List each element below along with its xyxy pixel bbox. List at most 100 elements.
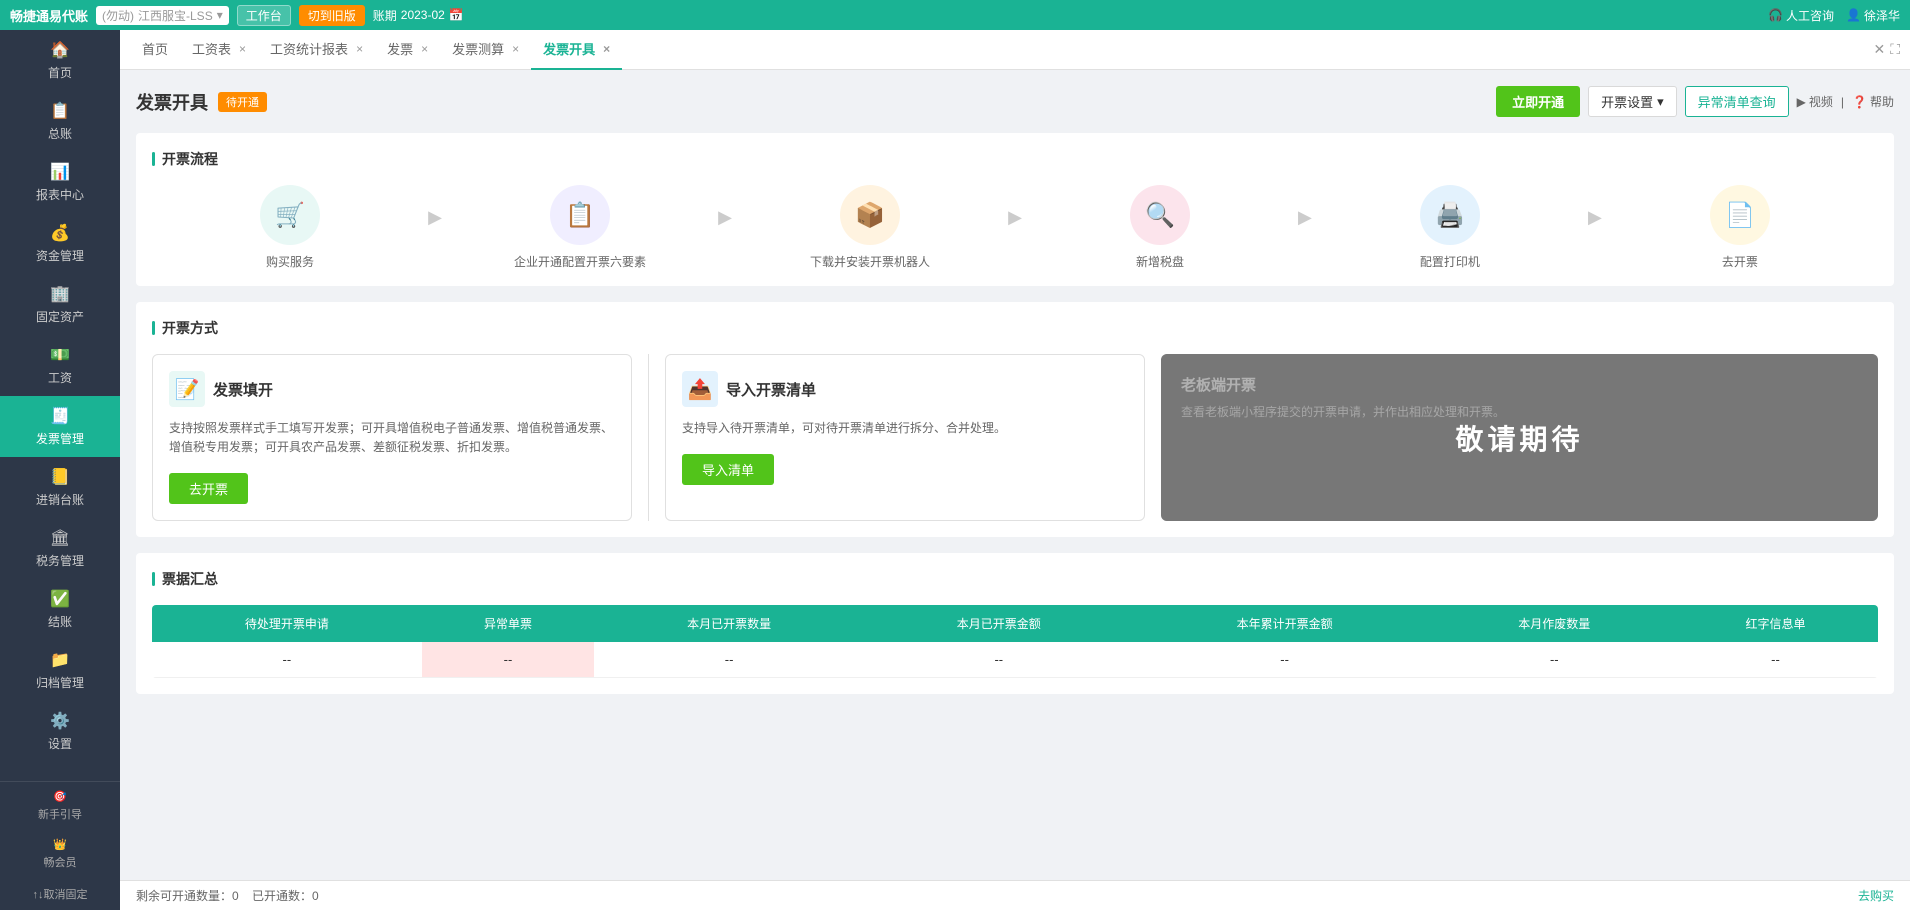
page-title: 发票开具 (136, 89, 208, 115)
abnormal-query-btn[interactable]: 异常清单查询 (1685, 86, 1789, 117)
cell-pending[interactable]: -- (152, 642, 422, 678)
sidebar-item-invoice[interactable]: 🧾 发票管理 (0, 396, 120, 457)
top-bar: 畅捷通易代账 (勿动) 江西服宝-LSS ▾ 工作台 切到旧版 账期 2023-… (0, 0, 1910, 30)
tab-payroll-report[interactable]: 工资统计报表 × (258, 30, 375, 70)
flow-step-download: 📦 下载并安装开票机器人 (732, 185, 1008, 270)
import-invoice-desc: 支持导入待开票清单，可对待开票清单进行拆分、合并处理。 (682, 419, 1128, 438)
sidebar-item-assets[interactable]: 🏢 固定资产 (0, 274, 120, 335)
issue-invoice-icon[interactable]: 📄 (1710, 185, 1770, 245)
sidebar-item-archive[interactable]: 📁 归档管理 (0, 640, 120, 701)
arrow-3: ▶ (1008, 207, 1022, 228)
tab-invoice-issue[interactable]: 发票开具 × (531, 30, 622, 70)
old-version-btn[interactable]: 切到旧版 (299, 5, 365, 26)
sidebar-item-tax[interactable]: 🏛 税务管理 (0, 518, 120, 579)
ledger-icon: 📋 (50, 101, 70, 121)
company-name: 江西服宝-LSS (138, 7, 213, 24)
calendar-icon[interactable]: 📅 (449, 8, 464, 22)
col-year-amount: 本年累计开票金额 (1134, 605, 1436, 642)
chevron-down-icon: ▾ (1657, 94, 1664, 110)
stats-section: 票据汇总 待处理开票申请 异常单票 本月已开票数量 本月已开票金额 本年累计开票… (136, 553, 1894, 694)
stats-table: 待处理开票申请 异常单票 本月已开票数量 本月已开票金额 本年累计开票金额 本月… (152, 605, 1878, 678)
close-tab-payroll-report[interactable]: × (356, 42, 363, 56)
tab-home[interactable]: 首页 (130, 30, 180, 70)
tab-invoice-calc[interactable]: 发票测算 × (440, 30, 531, 70)
user-avatar[interactable]: 👤 徐泽华 (1846, 7, 1900, 24)
flow-step-printer: 🖨️ 配置打印机 (1312, 185, 1588, 270)
sidebar-item-reports[interactable]: 📊 报表中心 (0, 152, 120, 213)
import-invoice-title: 导入开票清单 (726, 379, 816, 400)
sidebar-item-home[interactable]: 🏠 首页 (0, 30, 120, 91)
close-tab-invoice[interactable]: × (421, 42, 428, 56)
sidebar-item-purchase-ledger[interactable]: 📒 进销台账 (0, 457, 120, 518)
guide-icon: 🎯 (53, 790, 67, 803)
company-selector[interactable]: (勿动) 江西服宝-LSS ▾ (96, 6, 229, 25)
cell-abnormal[interactable]: -- (422, 642, 595, 678)
tax-icon: 🏛 (50, 528, 70, 548)
buy-more-link[interactable]: 去购买 (1858, 887, 1894, 904)
sidebar-label-settings: 设置 (48, 735, 72, 752)
stats-table-body: -- -- -- -- -- -- -- (152, 642, 1878, 678)
close-tab-payroll[interactable]: × (239, 42, 246, 56)
restore-tabs-btn[interactable]: ⛶ (1890, 41, 1900, 58)
page-content: 发票开具 待开通 立即开通 开票设置 ▾ 异常清单查询 ▶ 视频 (120, 70, 1910, 880)
sidebar-item-ledger[interactable]: 📋 总账 (0, 91, 120, 152)
purchase-ledger-icon: 📒 (50, 467, 70, 487)
taxbox-icon[interactable]: 🔍 (1130, 185, 1190, 245)
col-month-amount: 本月已开票金额 (864, 605, 1134, 642)
printer-icon[interactable]: 🖨️ (1420, 185, 1480, 245)
sidebar-item-guide[interactable]: 🎯 新手引导 (0, 782, 120, 830)
printer-label: 配置打印机 (1420, 253, 1480, 270)
billing-divider-1 (648, 354, 649, 521)
manual-invoice-desc: 支持按照发票样式手工填写开发票；可开具增值税电子普通发票、增值税普通发票、增值税… (169, 419, 615, 457)
close-tab-invoice-calc[interactable]: × (512, 42, 519, 56)
import-invoice-icon: 📤 (682, 371, 718, 407)
home-icon: 🏠 (50, 40, 70, 60)
sidebar-item-funds[interactable]: 💰 资金管理 (0, 213, 120, 274)
cell-red-note: -- (1673, 642, 1878, 678)
flow-step-buy: 🛒 购买服务 (152, 185, 428, 270)
arrow-2: ▶ (718, 207, 732, 228)
page-title-area: 发票开具 待开通 (136, 89, 267, 115)
close-all-tabs-btn[interactable]: ✕ (1873, 41, 1885, 58)
sidebar-unpin-btn[interactable]: ↑↓取消固定 (0, 878, 120, 910)
open-settings-btn[interactable]: 开票设置 ▾ (1588, 86, 1677, 117)
stats-title: 票据汇总 (152, 569, 1878, 589)
coming-soon-overlay: 敬请期待 (1161, 354, 1878, 521)
stats-data-row: -- -- -- -- -- -- -- (152, 642, 1878, 678)
config-label: 企业开通配置开票六要素 (514, 253, 646, 270)
cell-year-amount: -- (1134, 642, 1436, 678)
company-prefix: (勿动) (102, 7, 134, 24)
billing-flow-title: 开票流程 (152, 149, 1878, 169)
sidebar-item-settings[interactable]: ⚙️ 设置 (0, 701, 120, 762)
config-icon[interactable]: 📋 (550, 185, 610, 245)
workspace-btn[interactable]: 工作台 (237, 5, 291, 26)
sidebar-label-salary: 工资 (48, 369, 72, 386)
help-btn[interactable]: ❓ 帮助 (1852, 93, 1894, 110)
view-btn[interactable]: ▶ 视频 (1797, 93, 1833, 110)
go-issue-btn[interactable]: 去开票 (169, 473, 248, 504)
customer-service-btn[interactable]: 🎧 人工咨询 (1768, 7, 1834, 24)
import-list-btn[interactable]: 导入清单 (682, 454, 774, 485)
header-buttons: 立即开通 开票设置 ▾ 异常清单查询 ▶ 视频 | ❓ (1496, 86, 1894, 117)
sidebar-item-member[interactable]: 👑 畅会员 (0, 830, 120, 878)
dropdown-icon: ▾ (217, 8, 223, 22)
immediate-open-btn[interactable]: 立即开通 (1496, 86, 1580, 117)
stats-table-header: 待处理开票申请 异常单票 本月已开票数量 本月已开票金额 本年累计开票金额 本月… (152, 605, 1878, 642)
tab-payroll[interactable]: 工资表 × (180, 30, 258, 70)
issue-invoice-label: 去开票 (1722, 253, 1758, 270)
status-badge: 待开通 (218, 92, 267, 112)
tab-invoice[interactable]: 发票 × (375, 30, 440, 70)
close-tab-invoice-issue[interactable]: × (603, 42, 610, 56)
sidebar-label-invoice: 发票管理 (36, 430, 84, 447)
import-card-header: 📤 导入开票清单 (682, 371, 1128, 407)
top-bar-left: 畅捷通易代账 (勿动) 江西服宝-LSS ▾ 工作台 切到旧版 账期 2023-… (10, 5, 464, 26)
sidebar-item-salary[interactable]: 💵 工资 (0, 335, 120, 396)
buy-service-icon[interactable]: 🛒 (260, 185, 320, 245)
content-area: 首页 工资表 × 工资统计报表 × 发票 × 发票测算 × 发票开具 × (120, 30, 1910, 910)
bottom-quota-info: 剩余可开通数量：0 已开通数：0 (136, 887, 319, 904)
download-icon[interactable]: 📦 (840, 185, 900, 245)
funds-icon: 💰 (50, 223, 70, 243)
sidebar-item-closing[interactable]: ✅ 结账 (0, 579, 120, 640)
salary-icon: 💵 (50, 345, 70, 365)
sidebar-label-assets: 固定资产 (36, 308, 84, 325)
